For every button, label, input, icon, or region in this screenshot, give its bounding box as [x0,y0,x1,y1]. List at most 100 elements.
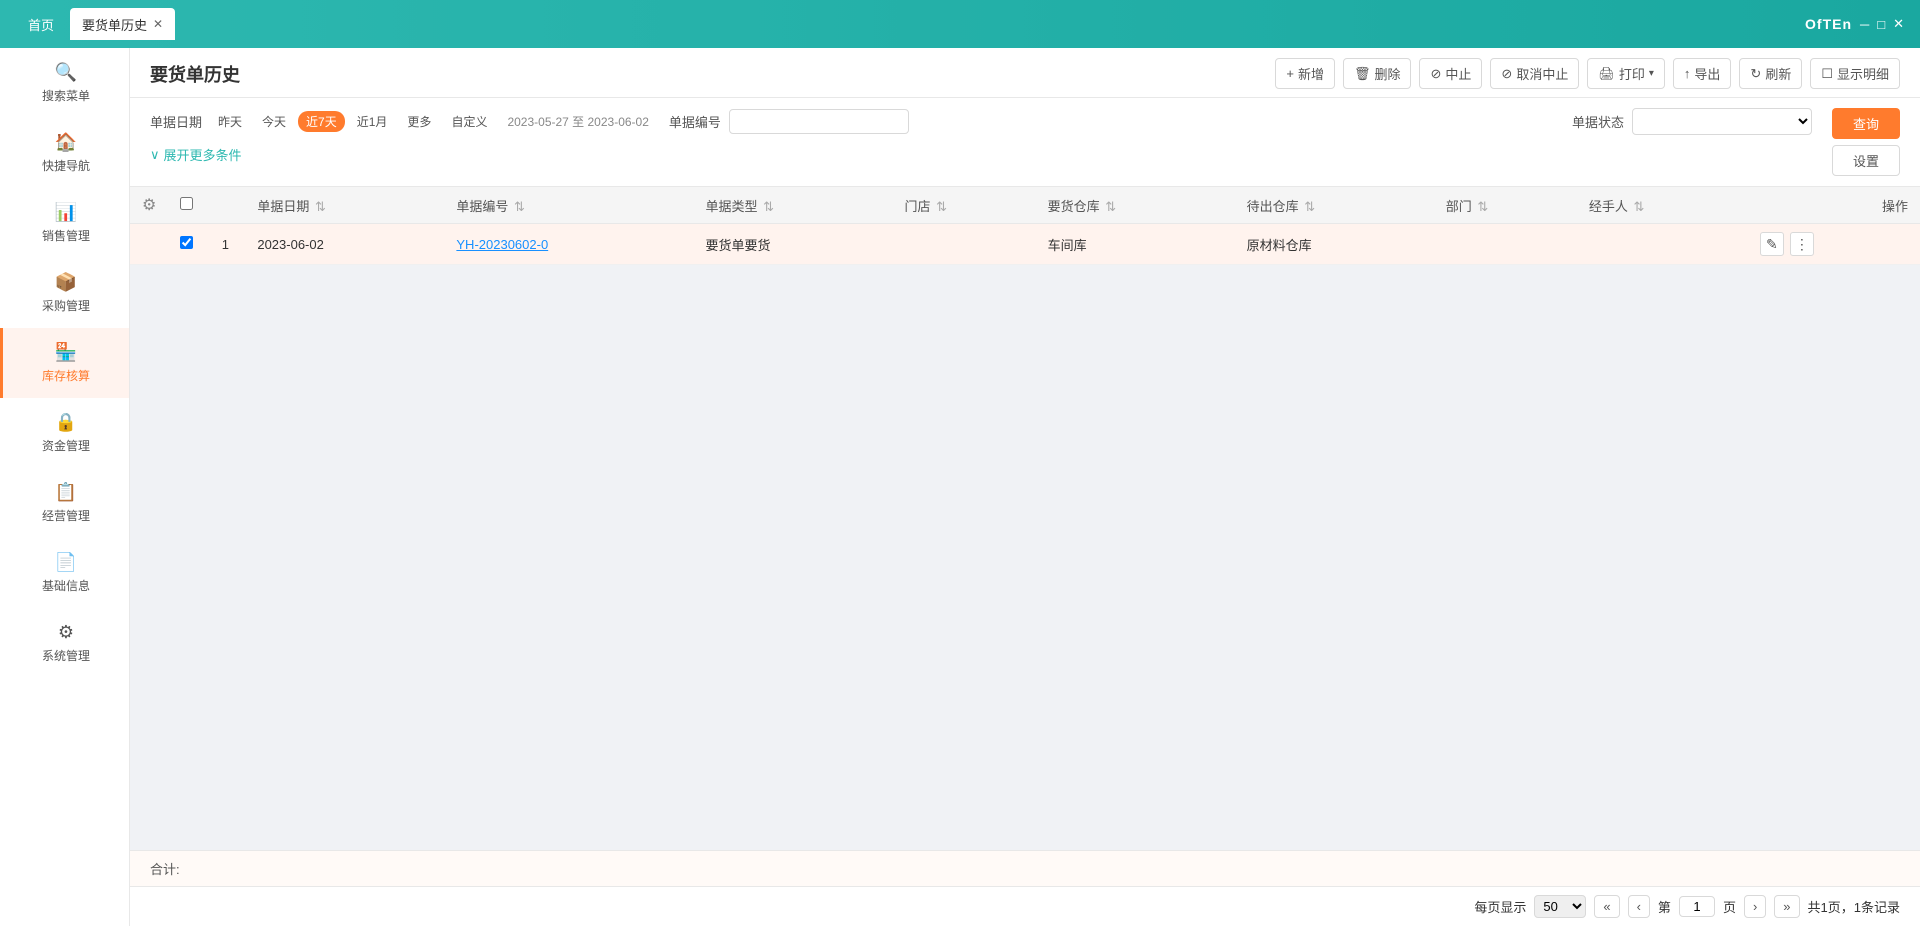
sidebar-item-operation-mgmt[interactable]: 📋 经营管理 [0,468,129,538]
filter-actions: 查询 设置 [1832,108,1900,176]
col-doc-no-sort-icon[interactable]: ⇅ [514,199,525,214]
date-btn-custom[interactable]: 自定义 [443,111,495,132]
row-doc-no-link[interactable]: YH-20230602-0 [456,237,548,252]
page-header-section: 要货单历史 + 新增 🗑 删除 ⊘ 中止 [130,48,1920,98]
delete-button[interactable]: 🗑 删除 [1343,58,1412,89]
show-detail-label: 显示明细 [1837,64,1889,83]
col-doc-type-sort-icon[interactable]: ⇅ [763,199,774,214]
refresh-button[interactable]: ↻ 刷新 [1739,58,1802,89]
row-edit-button[interactable]: ✎ [1760,232,1784,256]
content-area: 要货单历史 + 新增 🗑 删除 ⊘ 中止 [130,48,1920,926]
row-req-warehouse: 车间库 [1048,238,1087,253]
date-filter-label: 单据日期 [150,112,202,131]
sidebar-item-purchase-mgmt[interactable]: 📦 采购管理 [0,258,129,328]
sidebar-item-basic-info[interactable]: 📄 基础信息 [0,538,129,608]
date-btn-more[interactable]: 更多 [399,111,439,132]
delete-label: 删除 [1374,64,1400,83]
col-number [205,187,245,224]
page-unit-label: 页 [1723,897,1736,916]
sidebar-item-system-mgmt-label: 系统管理 [42,647,90,664]
row-more-button[interactable]: ⋮ [1790,232,1814,256]
sidebar-item-finance-mgmt[interactable]: 🔒 资金管理 [0,398,129,468]
col-settings: ⚙ [130,187,168,224]
expand-icon: ∨ [150,147,160,163]
tab-requisition-history[interactable]: 要货单历史 ✕ [70,8,175,40]
sidebar-item-inventory-calc[interactable]: 🏪 库存核算 [0,328,129,398]
select-all-checkbox[interactable] [180,197,193,210]
toolbar: + 新增 🗑 删除 ⊘ 中止 ⊘ 取消中止 [1275,58,1900,89]
sidebar-item-search-menu[interactable]: 🔍 搜索菜单 [0,48,129,118]
last-page-button[interactable]: » [1774,895,1799,918]
col-pending-warehouse: 待出仓库 ⇅ [1235,187,1434,224]
window-close-icon[interactable]: ✕ [1893,16,1904,32]
col-pending-warehouse-label: 待出仓库 [1247,199,1299,214]
suspend-icon: ⊘ [1430,66,1441,82]
col-doc-type-label: 单据类型 [705,199,757,214]
table-section: ⚙ 单据日期 ⇅ [130,187,1920,926]
next-page-button[interactable]: › [1744,895,1766,918]
tab-requisition-label: 要货单历史 [82,15,147,34]
date-btn-today[interactable]: 今天 [254,111,294,132]
expand-label: 展开更多条件 [164,145,242,164]
row-number-cell: 1 [205,224,245,265]
setting-button[interactable]: 设置 [1832,145,1900,176]
refresh-icon: ↻ [1750,66,1761,82]
query-button[interactable]: 查询 [1832,108,1900,139]
date-btn-yesterday[interactable]: 昨天 [210,111,250,132]
sidebar-item-sales-mgmt[interactable]: 📊 销售管理 [0,188,129,258]
inventory-calc-icon: 🏪 [55,342,77,363]
col-doc-date-sort-icon[interactable]: ⇅ [315,199,326,214]
print-dropdown-icon: ▾ [1649,68,1654,79]
status-select[interactable] [1632,108,1812,135]
row-pending-warehouse: 原材料仓库 [1247,238,1312,253]
print-button[interactable]: 🖨 打印 ▾ [1587,58,1665,89]
date-btn-1month[interactable]: 近1月 [349,111,396,132]
sidebar-item-inventory-calc-label: 库存核算 [42,367,90,384]
date-btn-7days[interactable]: 近7天 [298,111,345,132]
suspend-label: 中止 [1445,64,1471,83]
col-department-sort-icon[interactable]: ⇅ [1477,199,1488,214]
col-handler-label: 经手人 [1589,199,1628,214]
sidebar-item-quick-nav[interactable]: 🏠 快捷导航 [0,118,129,188]
table-body: 1 2023-06-02 YH-20230602-0 要货单要货 [130,224,1920,265]
col-doc-type: 单据类型 ⇅ [693,187,892,224]
table-row: 1 2023-06-02 YH-20230602-0 要货单要货 [130,224,1920,265]
col-action: 操作 [1748,187,1920,224]
sidebar-item-system-mgmt[interactable]: ⚙ 系统管理 [0,608,129,678]
suspend-button[interactable]: ⊘ 中止 [1419,58,1482,89]
add-icon: + [1286,66,1294,81]
filter-doc-no: 单据编号 [669,109,909,134]
col-store-sort-icon[interactable]: ⇅ [936,199,947,214]
tab-home[interactable]: 首页 [16,8,66,40]
top-bar: 首页 要货单历史 ✕ OfTEn ─ □ ✕ [0,0,1920,48]
col-pending-warehouse-sort-icon[interactable]: ⇅ [1304,199,1315,214]
col-handler-sort-icon[interactable]: ⇅ [1633,199,1644,214]
pagination-bar: 每页显示 20 50 100 « ‹ 第 页 › » 共1页，1条记录 [130,886,1920,926]
page-number-input[interactable] [1679,896,1715,917]
prev-page-button[interactable]: ‹ [1628,895,1650,918]
doc-no-input[interactable] [729,109,909,134]
export-button[interactable]: ↑ 导出 [1673,58,1732,89]
page-label: 第 [1658,897,1671,916]
add-button[interactable]: + 新增 [1275,58,1335,89]
col-req-warehouse-sort-icon[interactable]: ⇅ [1105,199,1116,214]
tab-close-icon[interactable]: ✕ [153,17,163,31]
row-checkbox[interactable] [180,236,193,249]
window-maximize-icon[interactable]: □ [1877,17,1885,32]
show-detail-button[interactable]: ☐ 显示明细 [1810,58,1900,89]
operation-mgmt-icon: 📋 [55,482,77,503]
col-checkbox [168,187,205,224]
sidebar-item-basic-info-label: 基础信息 [42,577,90,594]
expand-more-conditions[interactable]: ∨ 展开更多条件 [150,145,1812,164]
window-minimize-icon[interactable]: ─ [1860,17,1869,32]
export-icon: ↑ [1684,66,1691,81]
cancel-suspend-button[interactable]: ⊘ 取消中止 [1490,58,1579,89]
status-filter-label: 单据状态 [1572,112,1624,131]
col-store: 门店 ⇅ [892,187,1035,224]
per-page-select[interactable]: 20 50 100 [1534,895,1586,918]
table-header-row: ⚙ 单据日期 ⇅ [130,187,1920,224]
table-head: ⚙ 单据日期 ⇅ [130,187,1920,224]
sidebar-item-finance-mgmt-label: 资金管理 [42,437,90,454]
column-settings-icon[interactable]: ⚙ [142,197,156,214]
first-page-button[interactable]: « [1594,895,1619,918]
